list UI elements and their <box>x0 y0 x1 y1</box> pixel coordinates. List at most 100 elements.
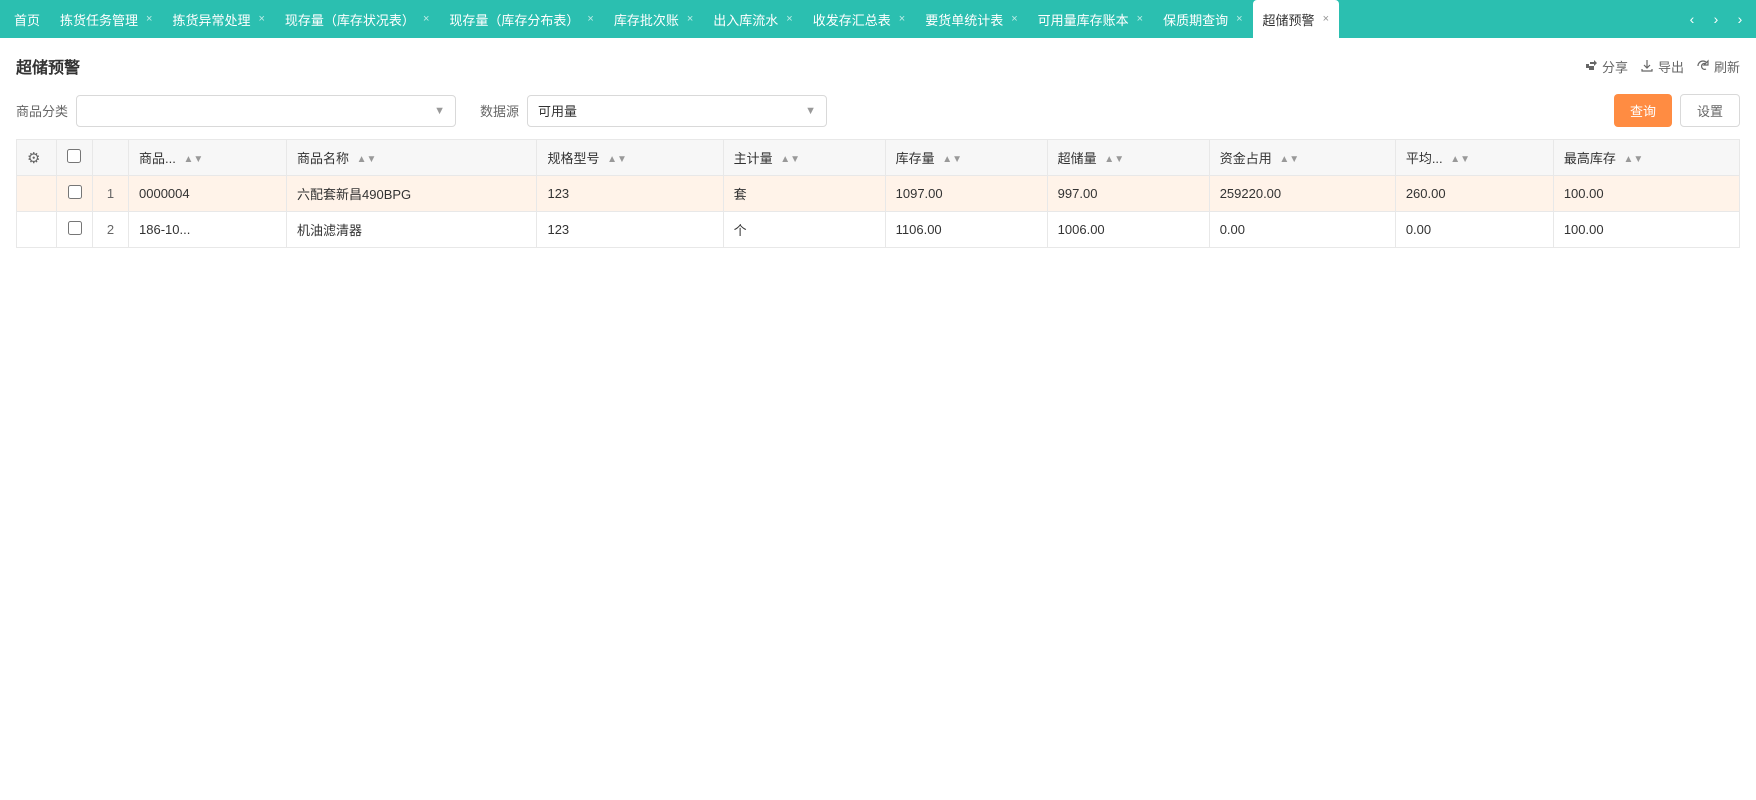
query-button[interactable]: 查询 <box>1614 94 1672 127</box>
row-code-0: 0000004 <box>129 176 287 212</box>
nav-tab-label-1: 拣货任务管理 <box>60 10 138 29</box>
row-maxstock-0: 100.00 <box>1553 176 1739 212</box>
th-spec-label: 规格型号 <box>547 151 599 166</box>
category-select[interactable]: ▼ <box>76 95 456 127</box>
nav-tab-0[interactable]: 首页 <box>4 0 50 38</box>
th-maxstock-sort[interactable]: ▲▼ <box>1623 155 1643 165</box>
row-stock-0: 1097.00 <box>885 176 1047 212</box>
filter-action-row: 商品分类 ▼ 数据源 可用量 ▼ 查询 设置 <box>16 94 1740 127</box>
category-label: 商品分类 <box>16 101 68 120</box>
export-button[interactable]: 导出 <box>1640 57 1684 76</box>
nav-tab-close-6[interactable]: × <box>786 13 792 25</box>
th-avg-sort[interactable]: ▲▼ <box>1450 155 1470 165</box>
th-spec-sort[interactable]: ▲▼ <box>607 155 627 165</box>
nav-tab-3[interactable]: 现存量（库存状况表）× <box>275 0 439 38</box>
top-nav: 首页拣货任务管理×拣货异常处理×现存量（库存状况表）×现存量（库存分布表）×库存… <box>0 0 1756 38</box>
th-avg: 平均... ▲▼ <box>1395 140 1553 176</box>
datasource-dropdown-arrow: ▼ <box>805 105 816 117</box>
th-maxstock: 最高库存 ▲▼ <box>1553 140 1739 176</box>
refresh-icon <box>1696 59 1710 73</box>
th-capital-label: 资金占用 <box>1220 151 1272 166</box>
nav-tab-2[interactable]: 拣货异常处理 × <box>162 0 274 38</box>
row-checkbox-0[interactable] <box>68 185 82 199</box>
nav-tab-label-7: 收发存汇总表 <box>813 10 891 29</box>
nav-tab-7[interactable]: 收发存汇总表 × <box>803 0 915 38</box>
nav-tab-close-9[interactable]: × <box>1137 13 1143 25</box>
nav-tab-close-3[interactable]: × <box>423 13 429 25</box>
nav-menu-arrow[interactable]: › <box>1728 0 1752 38</box>
th-stock-sort[interactable]: ▲▼ <box>942 155 962 165</box>
nav-next-arrow[interactable]: › <box>1704 0 1728 38</box>
nav-prev-arrow[interactable]: ‹ <box>1680 0 1704 38</box>
nav-tab-4[interactable]: 现存量（库存分布表）× <box>439 0 603 38</box>
nav-tab-close-7[interactable]: × <box>899 13 905 25</box>
th-checkbox <box>57 140 93 176</box>
share-button[interactable]: 分享 <box>1584 57 1628 76</box>
row-name-0: 六配套新昌490BPG <box>287 176 537 212</box>
nav-tab-close-10[interactable]: × <box>1236 13 1242 25</box>
nav-tab-close-2[interactable]: × <box>258 13 264 25</box>
data-table: ⚙ 商品... ▲▼ 商品名称 ▲▼ 规格型号 ▲▼ <box>16 139 1740 248</box>
settings-button[interactable]: 设置 <box>1680 94 1740 127</box>
export-icon <box>1640 59 1654 73</box>
category-dropdown-arrow: ▼ <box>434 105 445 117</box>
row-code-1: 186-10... <box>129 212 287 248</box>
nav-tab-label-2: 拣货异常处理 <box>172 10 250 29</box>
th-stock-label: 库存量 <box>896 151 935 166</box>
gear-icon[interactable]: ⚙ <box>27 150 40 167</box>
th-name-sort[interactable]: ▲▼ <box>357 155 377 165</box>
datasource-select-value: 可用量 <box>538 101 577 120</box>
nav-tab-6[interactable]: 出入库流水× <box>703 0 802 38</box>
th-overstock-sort[interactable]: ▲▼ <box>1104 155 1124 165</box>
nav-tab-close-1[interactable]: × <box>146 13 152 25</box>
row-checkbox-cell-1 <box>57 212 93 248</box>
row-num-1: 2 <box>93 212 129 248</box>
page-title: 超储预警 <box>16 54 80 78</box>
nav-tab-close-8[interactable]: × <box>1011 13 1017 25</box>
page-header: 超储预警 分享 导出 刷新 <box>16 54 1740 78</box>
nav-tab-label-0: 首页 <box>14 10 40 29</box>
th-code: 商品... ▲▼ <box>129 140 287 176</box>
th-unit: 主计量 ▲▼ <box>723 140 885 176</box>
row-spec-1: 123 <box>537 212 723 248</box>
th-capital: 资金占用 ▲▼ <box>1209 140 1395 176</box>
th-spec: 规格型号 ▲▼ <box>537 140 723 176</box>
row-capital-0: 259220.00 <box>1209 176 1395 212</box>
th-avg-label: 平均... <box>1406 151 1443 166</box>
th-unit-sort[interactable]: ▲▼ <box>780 155 800 165</box>
category-filter-item: 商品分类 ▼ <box>16 95 456 127</box>
row-name-1: 机油滤清器 <box>287 212 537 248</box>
nav-tab-8[interactable]: 要货单统计表 × <box>915 0 1027 38</box>
table-header: ⚙ 商品... ▲▼ 商品名称 ▲▼ 规格型号 ▲▼ <box>17 140 1740 176</box>
select-all-checkbox[interactable] <box>67 149 81 163</box>
nav-tab-close-5[interactable]: × <box>687 13 693 25</box>
row-capital-1: 0.00 <box>1209 212 1395 248</box>
th-stock: 库存量 ▲▼ <box>885 140 1047 176</box>
nav-tab-close-11[interactable]: × <box>1323 13 1329 25</box>
th-settings: ⚙ <box>17 140 57 176</box>
row-num-0: 1 <box>93 176 129 212</box>
nav-tab-close-4[interactable]: × <box>587 13 593 25</box>
nav-tab-label-8: 要货单统计表 <box>925 10 1003 29</box>
nav-tab-1[interactable]: 拣货任务管理 × <box>50 0 162 38</box>
nav-tab-11[interactable]: 超储预警× <box>1253 0 1339 38</box>
th-overstock-label: 超储量 <box>1058 151 1097 166</box>
nav-tab-label-5: 库存批次账 <box>614 10 679 29</box>
th-capital-sort[interactable]: ▲▼ <box>1279 155 1299 165</box>
nav-tab-label-9: 可用量库存账本 <box>1038 10 1129 29</box>
datasource-select[interactable]: 可用量 ▼ <box>527 95 827 127</box>
nav-tab-9[interactable]: 可用量库存账本 × <box>1028 0 1153 38</box>
th-code-sort[interactable]: ▲▼ <box>183 155 203 165</box>
row-checkbox-1[interactable] <box>68 221 82 235</box>
row-unit-1: 个 <box>723 212 885 248</box>
header-actions: 分享 导出 刷新 <box>1584 57 1740 76</box>
th-overstock: 超储量 ▲▼ <box>1047 140 1209 176</box>
table-body: 10000004六配套新昌490BPG123套1097.00997.002592… <box>17 176 1740 248</box>
nav-tab-10[interactable]: 保质期查询× <box>1153 0 1252 38</box>
refresh-button[interactable]: 刷新 <box>1696 57 1740 76</box>
nav-tab-5[interactable]: 库存批次账 × <box>604 0 703 38</box>
action-section: 查询 设置 <box>1614 94 1740 127</box>
row-spec-0: 123 <box>537 176 723 212</box>
th-num <box>93 140 129 176</box>
row-unit-0: 套 <box>723 176 885 212</box>
